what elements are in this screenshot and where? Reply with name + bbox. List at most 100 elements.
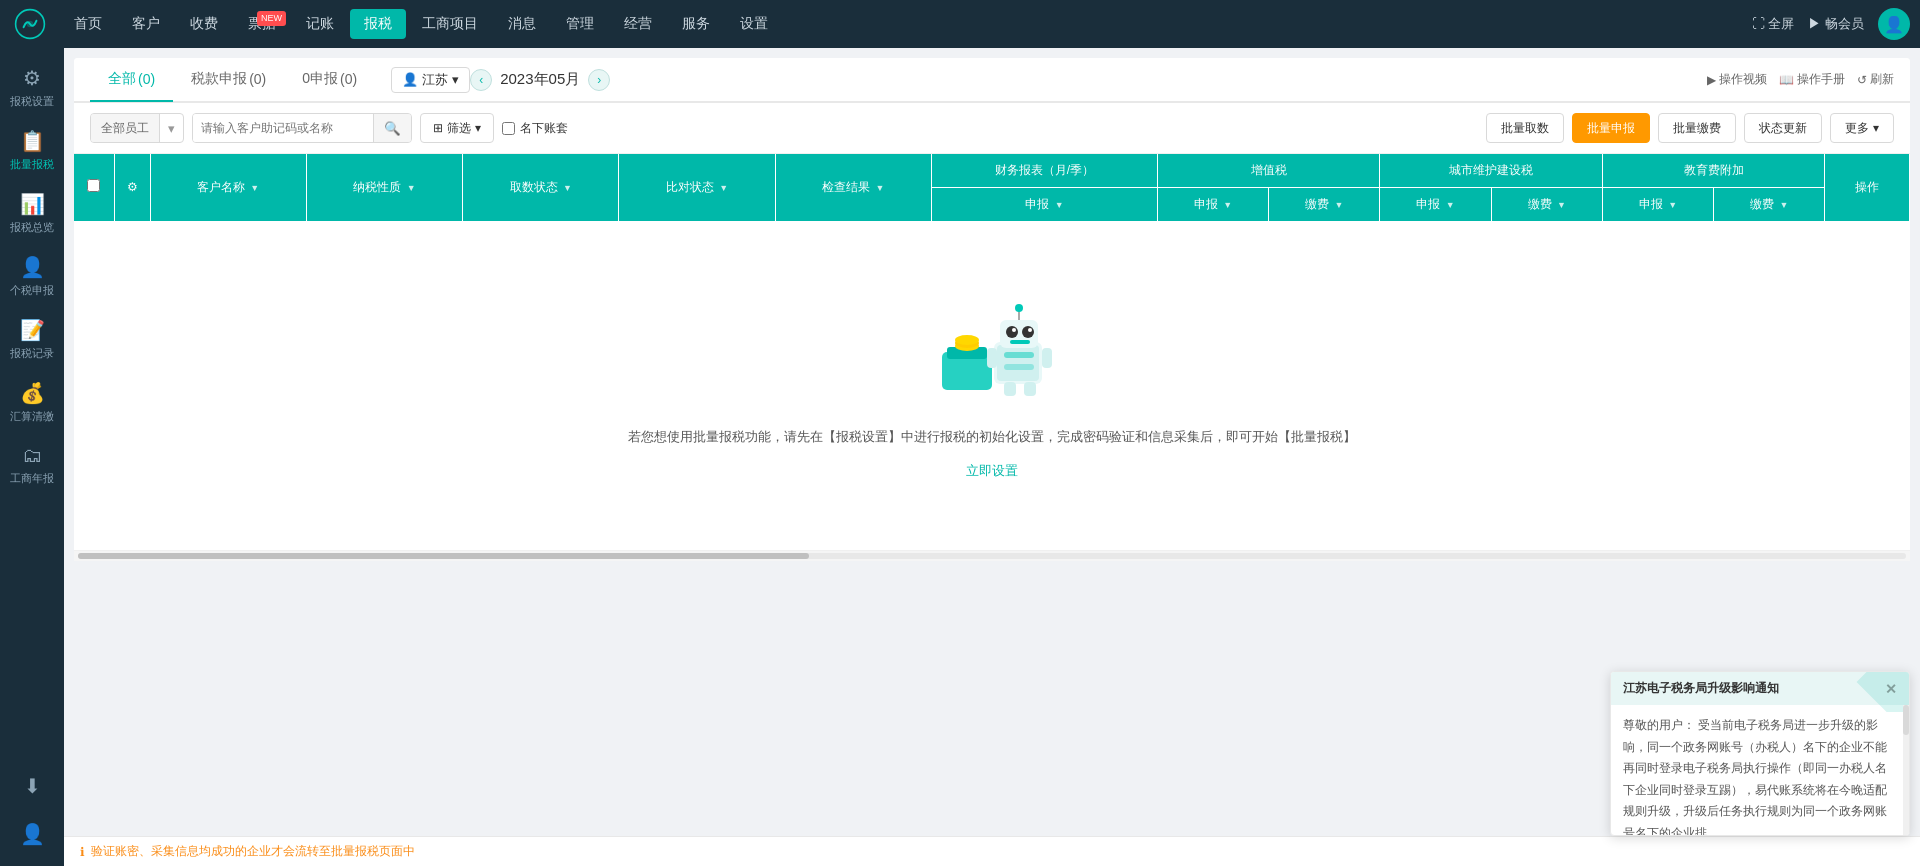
region-selector[interactable]: 👤 江苏 ▾ xyxy=(391,67,470,93)
nav-manage[interactable]: 管理 xyxy=(552,9,608,39)
edu-surcharge-header: 教育费附加 xyxy=(1602,154,1825,188)
svg-point-6 xyxy=(955,335,979,345)
filter-btn[interactable]: ⊞ 筛选 ▾ xyxy=(420,113,494,143)
refresh-icon: ↺ xyxy=(1857,73,1867,87)
next-month-btn[interactable]: › xyxy=(588,69,610,91)
nav-business[interactable]: 工商项目 xyxy=(408,9,492,39)
search-input[interactable] xyxy=(193,114,373,142)
accounts-checkbox[interactable] xyxy=(502,122,515,135)
nav-service[interactable]: 服务 xyxy=(668,9,724,39)
nav-fee[interactable]: 收费 xyxy=(176,9,232,39)
vat-header: 增值税 xyxy=(1157,154,1380,188)
tax-settings-icon: ⚙ xyxy=(23,66,41,90)
nav-settings[interactable]: 设置 xyxy=(726,9,782,39)
fetch-status-header: 取数状态 ▼ xyxy=(463,154,619,221)
tab-tax-declare[interactable]: 税款申报(0) xyxy=(173,58,284,102)
search-box: 🔍 xyxy=(192,113,412,143)
member-btn[interactable]: ▶ 畅会员 xyxy=(1808,15,1864,33)
select-all-header xyxy=(74,154,114,221)
nav-bookkeeping[interactable]: 记账 xyxy=(292,9,348,39)
sidebar-label-tax-settings: 报税设置 xyxy=(10,94,54,109)
prev-month-btn[interactable]: ‹ xyxy=(470,69,492,91)
app-logo[interactable] xyxy=(10,4,50,44)
search-button[interactable]: 🔍 xyxy=(373,114,411,142)
notification-scrollbar[interactable] xyxy=(1903,705,1909,835)
refresh-btn[interactable]: ↺ 刷新 xyxy=(1857,71,1894,88)
notification-body: 尊敬的用户： 受当前电子税务局进一步升级的影响，同一个政务网账号（办税人）名下的… xyxy=(1611,705,1909,835)
sidebar-item-annual-settle[interactable]: 💰 汇算清缴 xyxy=(0,371,64,434)
gear-icon[interactable]: ⚙ xyxy=(127,180,138,194)
financial-report-header: 财务报表（月/季） xyxy=(931,154,1157,188)
toolbar-right-actions: 批量取数 批量申报 批量缴费 状态更新 更多 ▾ xyxy=(1486,113,1894,143)
data-table: ⚙ 客户名称 ▼ 纳税性质 ▼ 取数状态 ▼ 比对状态 ▼ xyxy=(74,154,1910,551)
city-declare-header: 申报 ▼ xyxy=(1380,188,1491,222)
tax-record-icon: 📝 xyxy=(20,318,45,342)
nav-operation[interactable]: 经营 xyxy=(610,9,666,39)
compare-status-header: 比对状态 ▼ xyxy=(619,154,775,221)
tax-overview-icon: 📊 xyxy=(20,192,45,216)
personal-tax-icon: 👤 xyxy=(20,255,45,279)
nav-tax[interactable]: 报税 xyxy=(350,9,406,39)
employee-label: 全部员工 xyxy=(91,114,160,142)
annual-report-icon: 🗂 xyxy=(22,444,42,467)
sidebar-item-tax-overview[interactable]: 📊 报税总览 xyxy=(0,182,64,245)
sidebar-item-annual-report[interactable]: 🗂 工商年报 xyxy=(0,434,64,496)
accounts-checkbox-label[interactable]: 名下账套 xyxy=(502,120,568,137)
notification-title: 江苏电子税务局升级影响通知 xyxy=(1623,680,1779,697)
new-badge: NEW xyxy=(257,11,286,26)
setup-link[interactable]: 立即设置 xyxy=(966,462,1018,480)
filter-icon: ⊞ xyxy=(433,121,443,135)
user-icon: 👤 xyxy=(20,822,45,846)
scrollbar-thumb xyxy=(78,553,809,559)
sidebar-item-user[interactable]: 👤 xyxy=(0,812,64,856)
tab-right-actions: ▶ 操作视频 📖 操作手册 ↺ 刷新 xyxy=(1707,71,1894,88)
operation-manual-btn[interactable]: 📖 操作手册 xyxy=(1779,71,1845,88)
fullscreen-btn[interactable]: ⛶ 全屏 xyxy=(1752,15,1795,33)
operation-video-btn[interactable]: ▶ 操作视频 xyxy=(1707,71,1767,88)
tab-all[interactable]: 全部(0) xyxy=(90,58,173,102)
svg-rect-20 xyxy=(1042,348,1052,368)
sidebar-item-tax-record[interactable]: 📝 报税记录 xyxy=(0,308,64,371)
download-icon: ⬇ xyxy=(24,774,41,798)
sidebar-item-batch-tax[interactable]: 📋 批量报税 xyxy=(0,119,64,182)
sidebar-bottom: ⬇ 👤 xyxy=(0,764,64,856)
vat-declare-header: 申报 ▼ xyxy=(1157,188,1268,222)
nav-items: 首页 客户 收费 票据 NEW 记账 报税 工商项目 消息 管理 经营 服务 设… xyxy=(60,9,1752,39)
play-icon: ▶ xyxy=(1707,73,1716,87)
annual-settle-icon: 💰 xyxy=(20,381,45,405)
status-update-btn[interactable]: 状态更新 xyxy=(1744,113,1822,143)
check-result-header: 检查结果 ▼ xyxy=(775,154,931,221)
table-scrollbar[interactable] xyxy=(74,551,1910,561)
sidebar-item-tax-settings[interactable]: ⚙ 报税设置 xyxy=(0,56,64,119)
nav-customer[interactable]: 客户 xyxy=(118,9,174,39)
employee-selector[interactable]: 全部员工 ▾ xyxy=(90,113,184,143)
svg-point-15 xyxy=(1015,304,1023,312)
nav-message[interactable]: 消息 xyxy=(494,9,550,39)
bottom-notice: ℹ 验证账密、采集信息均成功的企业才会流转至批量报税页面中 xyxy=(64,836,1920,866)
accounts-label: 名下账套 xyxy=(520,120,568,137)
top-right-actions: ⛶ 全屏 ▶ 畅会员 👤 xyxy=(1752,8,1910,40)
nav-home[interactable]: 首页 xyxy=(60,9,116,39)
batch-declare-btn[interactable]: 批量申报 xyxy=(1572,113,1650,143)
sidebar-label-tax-overview: 报税总览 xyxy=(10,220,54,235)
edu-declare-header: 申报 ▼ xyxy=(1602,188,1713,222)
nav-invoice[interactable]: 票据 NEW xyxy=(234,9,290,39)
employee-chevron-icon[interactable]: ▾ xyxy=(160,114,183,142)
svg-point-1 xyxy=(27,21,33,27)
empty-state: 若您想使用批量报税功能，请先在【报税设置】中进行报税的初始化设置，完成密码验证和… xyxy=(84,232,1900,540)
more-btn[interactable]: 更多 ▾ xyxy=(1830,113,1894,143)
gear-header: ⚙ xyxy=(114,154,150,221)
tab-zero-declare[interactable]: 0申报(0) xyxy=(284,58,375,102)
sidebar-item-download[interactable]: ⬇ xyxy=(0,764,64,808)
sidebar-label-batch-tax: 批量报税 xyxy=(10,157,54,172)
select-all-checkbox[interactable] xyxy=(87,179,100,192)
batch-pay-btn[interactable]: 批量缴费 xyxy=(1658,113,1736,143)
region-chevron-icon: ▾ xyxy=(452,72,459,87)
filter-chevron-icon: ▾ xyxy=(475,121,481,135)
batch-fetch-btn[interactable]: 批量取数 xyxy=(1486,113,1564,143)
user-avatar[interactable]: 👤 xyxy=(1878,8,1910,40)
more-chevron-icon: ▾ xyxy=(1873,121,1879,135)
svg-point-12 xyxy=(1012,328,1016,332)
sidebar: ⚙ 报税设置 📋 批量报税 📊 报税总览 👤 个税申报 📝 报税记录 💰 汇算清… xyxy=(0,48,64,866)
sidebar-item-personal-tax[interactable]: 👤 个税申报 xyxy=(0,245,64,308)
